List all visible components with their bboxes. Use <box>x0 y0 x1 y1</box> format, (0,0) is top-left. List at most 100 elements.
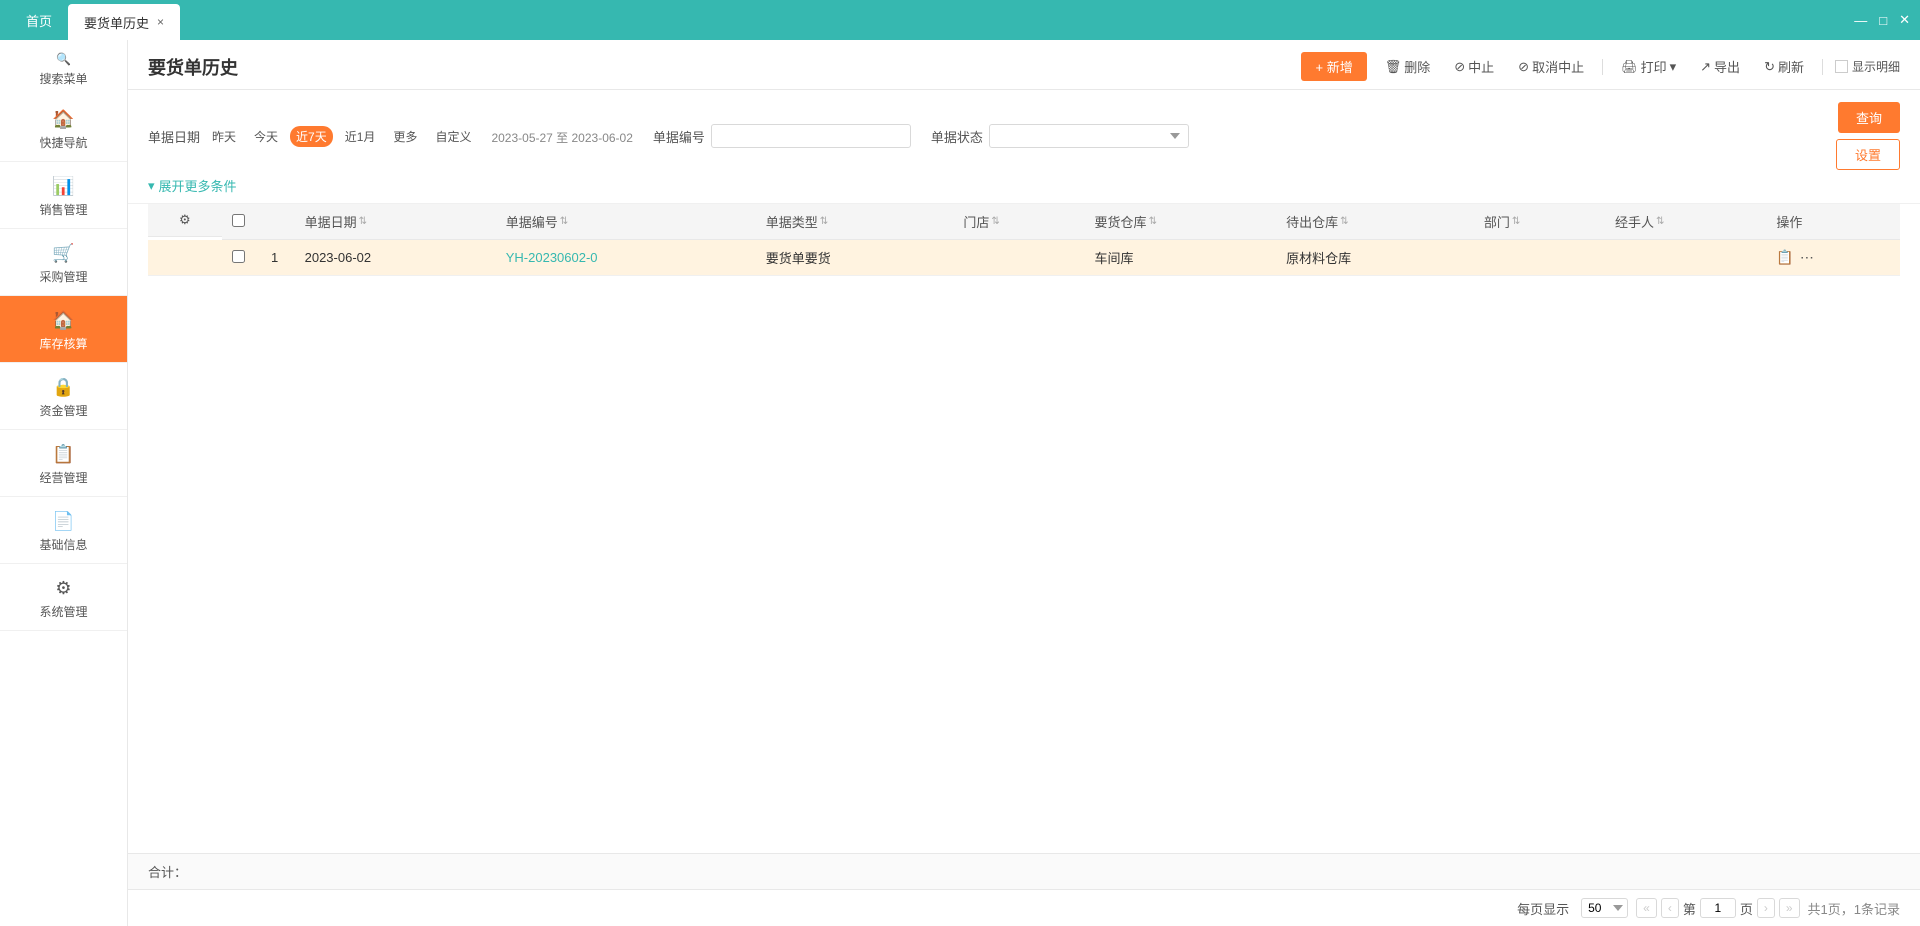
row-checkbox[interactable] <box>232 250 245 263</box>
table-header: ⚙ 单据日期 ⇅ <box>148 204 1900 240</box>
col-action: 操作 <box>1766 204 1900 240</box>
col-checkbox <box>222 204 255 240</box>
tab-home[interactable]: 首页 <box>10 0 68 40</box>
more-action-btn[interactable]: ⋯ <box>1800 249 1814 266</box>
sort-pending-warehouse[interactable]: 待出仓库 ⇅ <box>1286 212 1348 231</box>
order-no-input[interactable] <box>711 124 911 148</box>
col-order-no[interactable]: 单据编号 ⇅ <box>496 204 756 240</box>
close-icon[interactable]: ✕ <box>1899 12 1910 28</box>
date-yesterday[interactable]: 昨天 <box>206 126 242 147</box>
sidebar-item-label: 基础信息 <box>39 536 87 553</box>
sort-order-no[interactable]: 单据编号 ⇅ <box>506 212 568 231</box>
first-page-btn[interactable]: « <box>1636 898 1657 918</box>
status-label: 单据状态 <box>931 127 983 146</box>
sort-req-warehouse[interactable]: 要货仓库 ⇅ <box>1095 212 1157 231</box>
tab-close-icon[interactable]: × <box>157 15 164 29</box>
sidebar-item-basic-info[interactable]: 📄 基础信息 <box>0 497 127 564</box>
col-pending-warehouse[interactable]: 待出仓库 ⇅ <box>1276 204 1474 240</box>
delete-button[interactable]: 🗑 删除 <box>1379 53 1437 80</box>
sidebar-search[interactable]: 🔍 搜索菜单 <box>0 40 127 95</box>
sidebar-item-system[interactable]: ⚙ 系统管理 <box>0 564 127 631</box>
sidebar-item-finance[interactable]: 🔒 资金管理 <box>0 363 127 430</box>
date-today[interactable]: 今天 <box>248 126 284 147</box>
display-detail-toggle[interactable]: 显示明细 <box>1835 58 1900 75</box>
export-button[interactable]: ↗ 导出 <box>1694 53 1746 80</box>
date-7days[interactable]: 近7天 <box>290 126 333 147</box>
cell-store <box>953 240 1084 276</box>
col-handler-label: 经手人 <box>1615 212 1654 231</box>
sort-store-icon: ⇅ <box>991 216 999 227</box>
suspend-button[interactable]: ⊘ 中止 <box>1448 53 1500 80</box>
cell-settings <box>148 240 222 276</box>
sidebar-item-label: 库存核算 <box>39 335 87 352</box>
query-button[interactable]: 查询 <box>1838 102 1900 133</box>
col-store[interactable]: 门店 ⇅ <box>953 204 1084 240</box>
set-button[interactable]: 设置 <box>1836 139 1900 170</box>
col-handler[interactable]: 经手人 ⇅ <box>1605 204 1766 240</box>
sidebar-item-label: 采购管理 <box>39 268 87 285</box>
new-button[interactable]: + 新增 <box>1301 52 1366 81</box>
cell-handler <box>1605 240 1766 276</box>
col-settings[interactable]: ⚙ <box>148 204 222 237</box>
order-no-link[interactable]: YH-20230602-0 <box>506 250 598 265</box>
col-req-warehouse-label: 要货仓库 <box>1095 212 1147 231</box>
cell-action: 📋 ⋯ <box>1766 240 1900 276</box>
date-quick-options: 昨天 今天 近7天 近1月 更多 自定义 <box>206 126 477 147</box>
cell-dept <box>1474 240 1605 276</box>
date-custom[interactable]: 自定义 <box>429 126 477 147</box>
table-area: ⚙ 单据日期 ⇅ <box>128 204 1920 853</box>
sort-store[interactable]: 门店 ⇅ <box>963 212 999 231</box>
sort-dept[interactable]: 部门 ⇅ <box>1484 212 1520 231</box>
tab-requisition-history[interactable]: 要货单历史 × <box>68 4 180 40</box>
status-filter: 单据状态 <box>931 124 1189 148</box>
refresh-label: 刷新 <box>1778 57 1804 76</box>
prev-page-btn[interactable]: ‹ <box>1661 898 1679 918</box>
status-select[interactable] <box>989 124 1189 148</box>
page-label: 第 <box>1683 899 1696 918</box>
sort-date[interactable]: 单据日期 ⇅ <box>305 212 367 231</box>
print-button[interactable]: 🖨 打印 ▾ <box>1615 53 1682 80</box>
filter-row: 单据日期 昨天 今天 近7天 近1月 更多 自定义 2023-05-27 至 2… <box>148 102 1900 170</box>
maximize-icon[interactable]: □ <box>1879 13 1887 28</box>
expand-more-btn[interactable]: ▾ 展开更多条件 <box>148 176 1900 195</box>
sidebar-item-operation[interactable]: 📋 经营管理 <box>0 430 127 497</box>
edit-action-btn[interactable]: 📋 <box>1776 249 1793 266</box>
col-order-type[interactable]: 单据类型 ⇅ <box>756 204 954 240</box>
sort-order-type-icon: ⇅ <box>820 216 828 227</box>
sort-handler[interactable]: 经手人 ⇅ <box>1615 212 1664 231</box>
select-all-checkbox[interactable] <box>232 214 245 227</box>
tab-bar: 首页 要货单历史 × <box>10 0 1854 40</box>
cancel-suspend-icon: ⊘ <box>1518 59 1529 75</box>
page-number-input[interactable] <box>1700 898 1736 918</box>
data-table: ⚙ 单据日期 ⇅ <box>148 204 1900 276</box>
sort-pending-warehouse-icon: ⇅ <box>1340 216 1348 227</box>
table-row: 1 2023-06-02 YH-20230602-0 要货单要货 车间库 原材料… <box>148 240 1900 276</box>
table-settings-icon[interactable]: ⚙ <box>179 212 191 228</box>
refresh-button[interactable]: ↻ 刷新 <box>1758 53 1810 80</box>
last-page-btn[interactable]: » <box>1779 898 1800 918</box>
sidebar-item-quick-nav[interactable]: 🏠 快捷导航 <box>0 95 127 162</box>
display-detail-checkbox[interactable] <box>1835 60 1848 73</box>
cell-pending-warehouse: 原材料仓库 <box>1276 240 1474 276</box>
doc-icon: 📄 <box>52 511 74 532</box>
sort-dept-icon: ⇅ <box>1512 216 1520 227</box>
sidebar-item-purchase[interactable]: 🛒 采购管理 <box>0 229 127 296</box>
divider-2 <box>1822 59 1823 75</box>
col-date[interactable]: 单据日期 ⇅ <box>295 204 496 240</box>
filter-area: 单据日期 昨天 今天 近7天 近1月 更多 自定义 2023-05-27 至 2… <box>128 90 1920 204</box>
sort-order-type[interactable]: 单据类型 ⇅ <box>766 212 828 231</box>
date-more[interactable]: 更多 <box>387 126 423 147</box>
cancel-suspend-button[interactable]: ⊘ 取消中止 <box>1512 53 1590 80</box>
sidebar-item-inventory[interactable]: 🏠 库存核算 <box>0 296 127 363</box>
col-req-warehouse[interactable]: 要货仓库 ⇅ <box>1085 204 1277 240</box>
next-page-btn[interactable]: › <box>1757 898 1775 918</box>
sidebar-item-label: 经营管理 <box>39 469 87 486</box>
sidebar-item-sales[interactable]: 📊 销售管理 <box>0 162 127 229</box>
order-no-filter: 单据编号 <box>653 124 911 148</box>
page-size-select[interactable]: 50 20 100 <box>1581 898 1628 918</box>
minimize-icon[interactable]: — <box>1854 13 1867 28</box>
col-dept[interactable]: 部门 ⇅ <box>1474 204 1605 240</box>
col-order-type-label: 单据类型 <box>766 212 818 231</box>
summary-text: 合计： <box>148 862 1900 881</box>
date-1month[interactable]: 近1月 <box>339 126 382 147</box>
